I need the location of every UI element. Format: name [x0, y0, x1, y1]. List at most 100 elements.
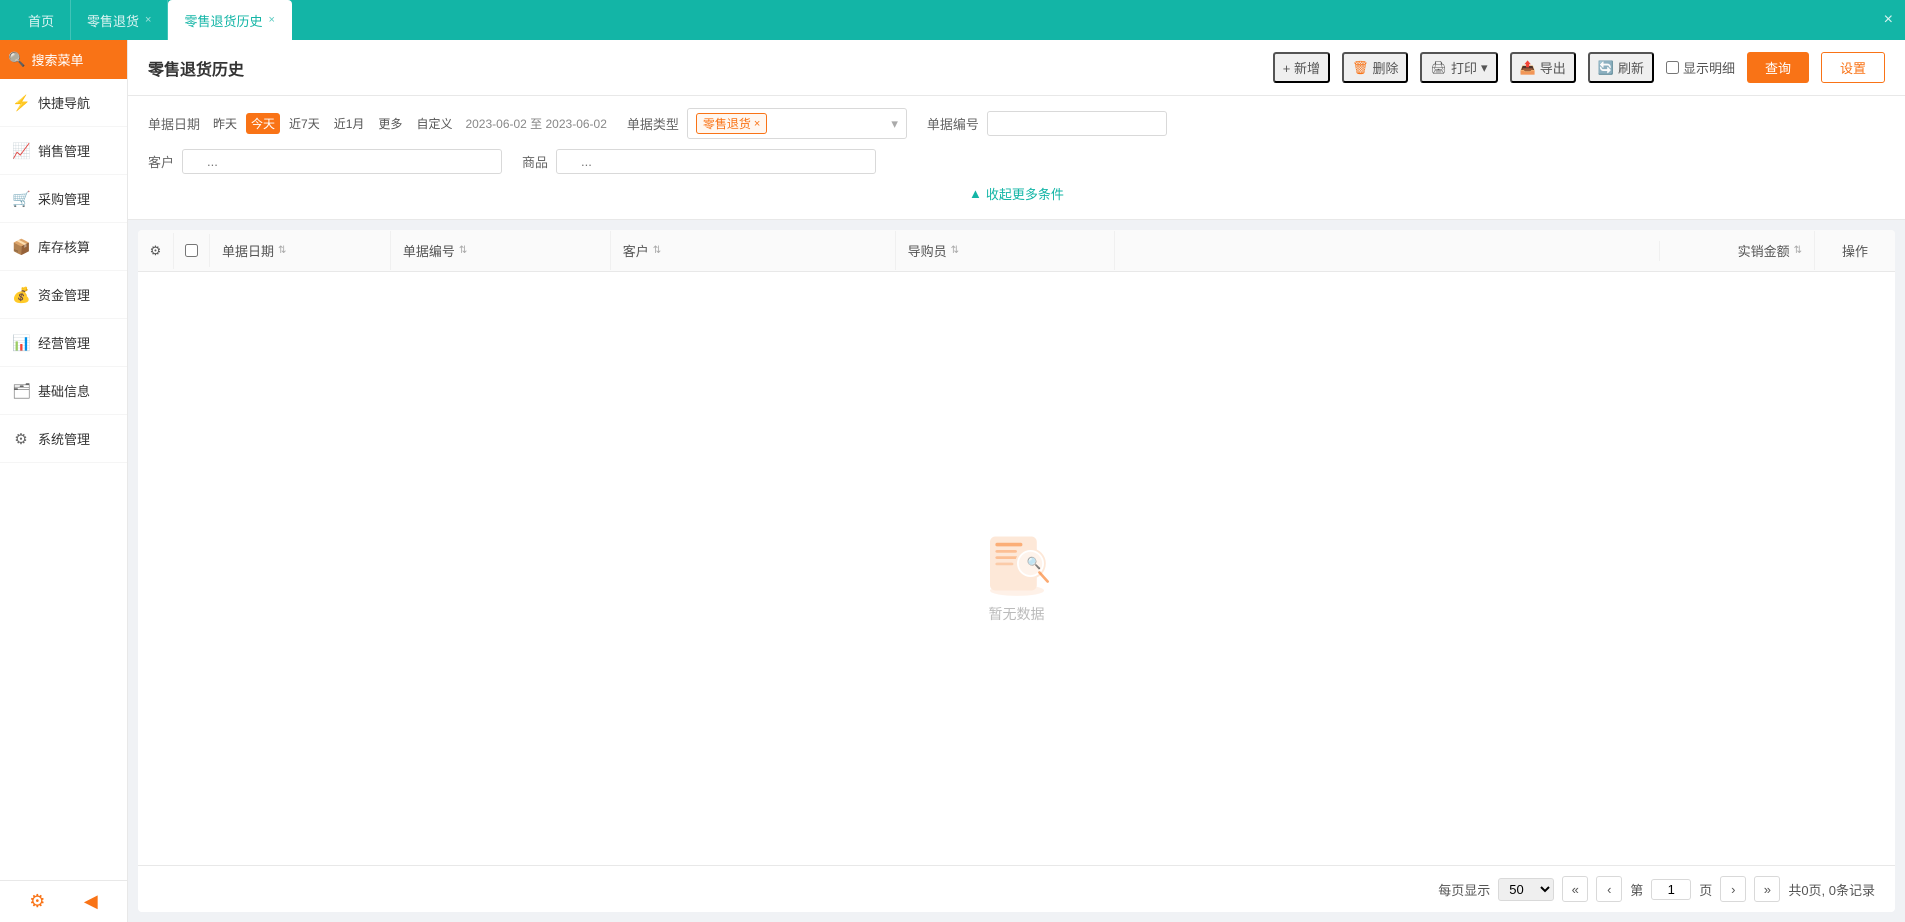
date-opt-1month[interactable]: 近1月 [329, 113, 370, 134]
th-customer[interactable]: 客户 ⇅ [611, 231, 896, 270]
empty-state: 🔍 暂无数据 [138, 272, 1895, 865]
sidebar-item-system[interactable]: ⚙ 系统管理 [0, 415, 127, 463]
settings-bottom-icon[interactable]: ⚙ [29, 891, 45, 912]
page-label-prefix: 第 [1630, 880, 1643, 899]
th-amount[interactable]: 实销金额 ⇅ [1660, 231, 1815, 270]
date-opt-7days[interactable]: 近7天 [284, 113, 325, 134]
collapse-sidebar-icon[interactable]: ◀ [84, 891, 98, 912]
tab-retail-return-history-close[interactable]: × [268, 14, 274, 26]
table-header: ⚙ 单据日期 ⇅ 单据编号 ⇅ 客户 ⇅ [138, 230, 1895, 272]
th-guide[interactable]: 导购员 ⇅ [896, 231, 1116, 270]
pagination: 每页显示 10 20 50 100 « ‹ 第 页 [138, 865, 1895, 912]
filter-goods-input[interactable] [556, 149, 876, 174]
filter-type: 单据类型 零售退货 × ▾ [627, 108, 907, 139]
search-icon: 🔍 [8, 51, 25, 68]
table-area: ⚙ 单据日期 ⇅ 单据编号 ⇅ 客户 ⇅ [138, 230, 1895, 912]
finance-icon: 💰 [12, 286, 30, 304]
system-icon: ⚙ [12, 430, 30, 448]
filter-date-label: 单据日期 [148, 114, 200, 133]
date-opt-yesterday[interactable]: 昨天 [208, 113, 242, 134]
th-checkbox[interactable] [174, 234, 210, 267]
prev-page-button[interactable]: ‹ [1596, 876, 1622, 902]
filter-customer-label: 客户 [148, 152, 174, 171]
date-opt-today[interactable]: 今天 [246, 113, 280, 134]
sort-amount-icon: ⇅ [1794, 245, 1802, 256]
th-settings[interactable]: ⚙ [138, 233, 174, 269]
filter-no-input[interactable] [987, 111, 1167, 136]
filter-date-options: 昨天 今天 近7天 近1月 更多 自定义 2023-06-02 至 2023-0… [208, 113, 607, 134]
show-detail-checkbox[interactable] [1666, 61, 1679, 74]
sidebar-item-quick-nav[interactable]: ⚡ 快捷导航 [0, 79, 127, 127]
app-container: 首页 零售退货 × 零售退货历史 × × 🔍 搜索菜单 ⚡ 快捷导航 [0, 0, 1905, 922]
sidebar-item-label: 系统管理 [38, 429, 90, 448]
first-page-button[interactable]: « [1562, 876, 1588, 902]
export-button[interactable]: 📤 导出 [1510, 52, 1576, 83]
filter-type-select[interactable]: 零售退货 × ▾ [687, 108, 907, 139]
window-close-button[interactable]: × [1884, 11, 1893, 29]
sidebar-item-label: 销售管理 [38, 141, 90, 160]
collapse-label: 收起更多条件 [986, 184, 1064, 203]
print-button[interactable]: 🖨 打印 ▾ [1420, 52, 1497, 83]
next-page-button[interactable]: › [1720, 876, 1746, 902]
sort-date-icon: ⇅ [278, 245, 286, 256]
sidebar-search-label: 搜索菜单 [31, 50, 83, 69]
filter-no-label: 单据编号 [927, 114, 979, 133]
sidebar-item-basic-info[interactable]: 🗂 基础信息 [0, 367, 127, 415]
table-settings-icon: ⚙ [150, 243, 162, 259]
filter-type-tag: 零售退货 × [696, 113, 767, 134]
quick-nav-icon: ⚡ [12, 94, 30, 112]
delete-icon: 🗑 [1352, 60, 1369, 76]
filter-customer: 客户 [148, 149, 502, 174]
main-layout: 🔍 搜索菜单 ⚡ 快捷导航 📈 销售管理 🛒 采购管理 📦 库 [0, 40, 1905, 922]
empty-illustration: 🔍 [972, 514, 1062, 604]
th-date[interactable]: 单据日期 ⇅ [210, 231, 391, 270]
show-detail-checkbox-label[interactable]: 显示明细 [1666, 58, 1735, 77]
filter-customer-input[interactable] [182, 149, 502, 174]
collapse-filter-button[interactable]: ▲ 收起更多条件 [969, 184, 1064, 203]
sidebar: 🔍 搜索菜单 ⚡ 快捷导航 📈 销售管理 🛒 采购管理 📦 库 [0, 40, 128, 922]
page-header: 零售退货历史 + 新增 🗑 删除 🖨 打印 ▾ 📤 [128, 40, 1905, 96]
new-button[interactable]: + 新增 [1273, 52, 1330, 83]
sidebar-bottom: ⚙ ◀ [0, 880, 127, 922]
tab-home[interactable]: 首页 [12, 0, 71, 40]
sidebar-item-label: 快捷导航 [38, 93, 90, 112]
sidebar-item-finance[interactable]: 💰 资金管理 [0, 271, 127, 319]
content: 零售退货历史 + 新增 🗑 删除 🖨 打印 ▾ 📤 [128, 40, 1905, 922]
delete-button[interactable]: 🗑 删除 [1342, 52, 1409, 83]
total-label: 共0页, 0条记录 [1788, 880, 1875, 899]
sidebar-item-operations[interactable]: 📊 经营管理 [0, 319, 127, 367]
page-unit-label: 页 [1699, 880, 1712, 899]
th-no[interactable]: 单据编号 ⇅ [391, 231, 611, 270]
sidebar-item-label: 资金管理 [38, 285, 90, 304]
query-button[interactable]: 查询 [1747, 52, 1809, 83]
sort-customer-icon: ⇅ [653, 245, 661, 256]
inventory-icon: 📦 [12, 238, 30, 256]
tab-retail-return-history[interactable]: 零售退货历史 × [168, 0, 291, 40]
select-all-checkbox[interactable] [185, 244, 198, 257]
sidebar-search[interactable]: 🔍 搜索菜单 [0, 40, 127, 79]
empty-text: 暂无数据 [989, 604, 1045, 624]
tab-retail-return[interactable]: 零售退货 × [71, 0, 168, 40]
print-icon: 🖨 [1430, 60, 1447, 76]
sidebar-item-inventory[interactable]: 📦 库存核算 [0, 223, 127, 271]
purchase-icon: 🛒 [12, 190, 30, 208]
date-opt-more[interactable]: 更多 [373, 113, 407, 134]
th-ops: 操作 [1815, 231, 1895, 270]
tab-retail-return-close[interactable]: × [145, 14, 151, 26]
settings-button[interactable]: 设置 [1821, 52, 1885, 83]
last-page-button[interactable]: » [1754, 876, 1780, 902]
svg-text:🔍: 🔍 [1026, 555, 1041, 570]
filter-type-tag-close[interactable]: × [754, 118, 760, 130]
sidebar-item-sales[interactable]: 📈 销售管理 [0, 127, 127, 175]
date-opt-custom[interactable]: 自定义 [411, 113, 457, 134]
refresh-button[interactable]: 🔄 刷新 [1588, 52, 1654, 83]
filter-no: 单据编号 [927, 111, 1167, 136]
tab-bar: 首页 零售退货 × 零售退货历史 × [12, 0, 292, 40]
per-page-select[interactable]: 10 20 50 100 [1498, 878, 1554, 901]
current-page-input[interactable] [1651, 879, 1691, 900]
sidebar-item-purchase[interactable]: 🛒 采购管理 [0, 175, 127, 223]
filter-type-label: 单据类型 [627, 114, 679, 133]
th-spacer [1115, 241, 1660, 261]
sort-guide-icon: ⇅ [951, 245, 959, 256]
filter-area: 单据日期 昨天 今天 近7天 近1月 更多 自定义 2023-06-02 至 2… [128, 96, 1905, 220]
